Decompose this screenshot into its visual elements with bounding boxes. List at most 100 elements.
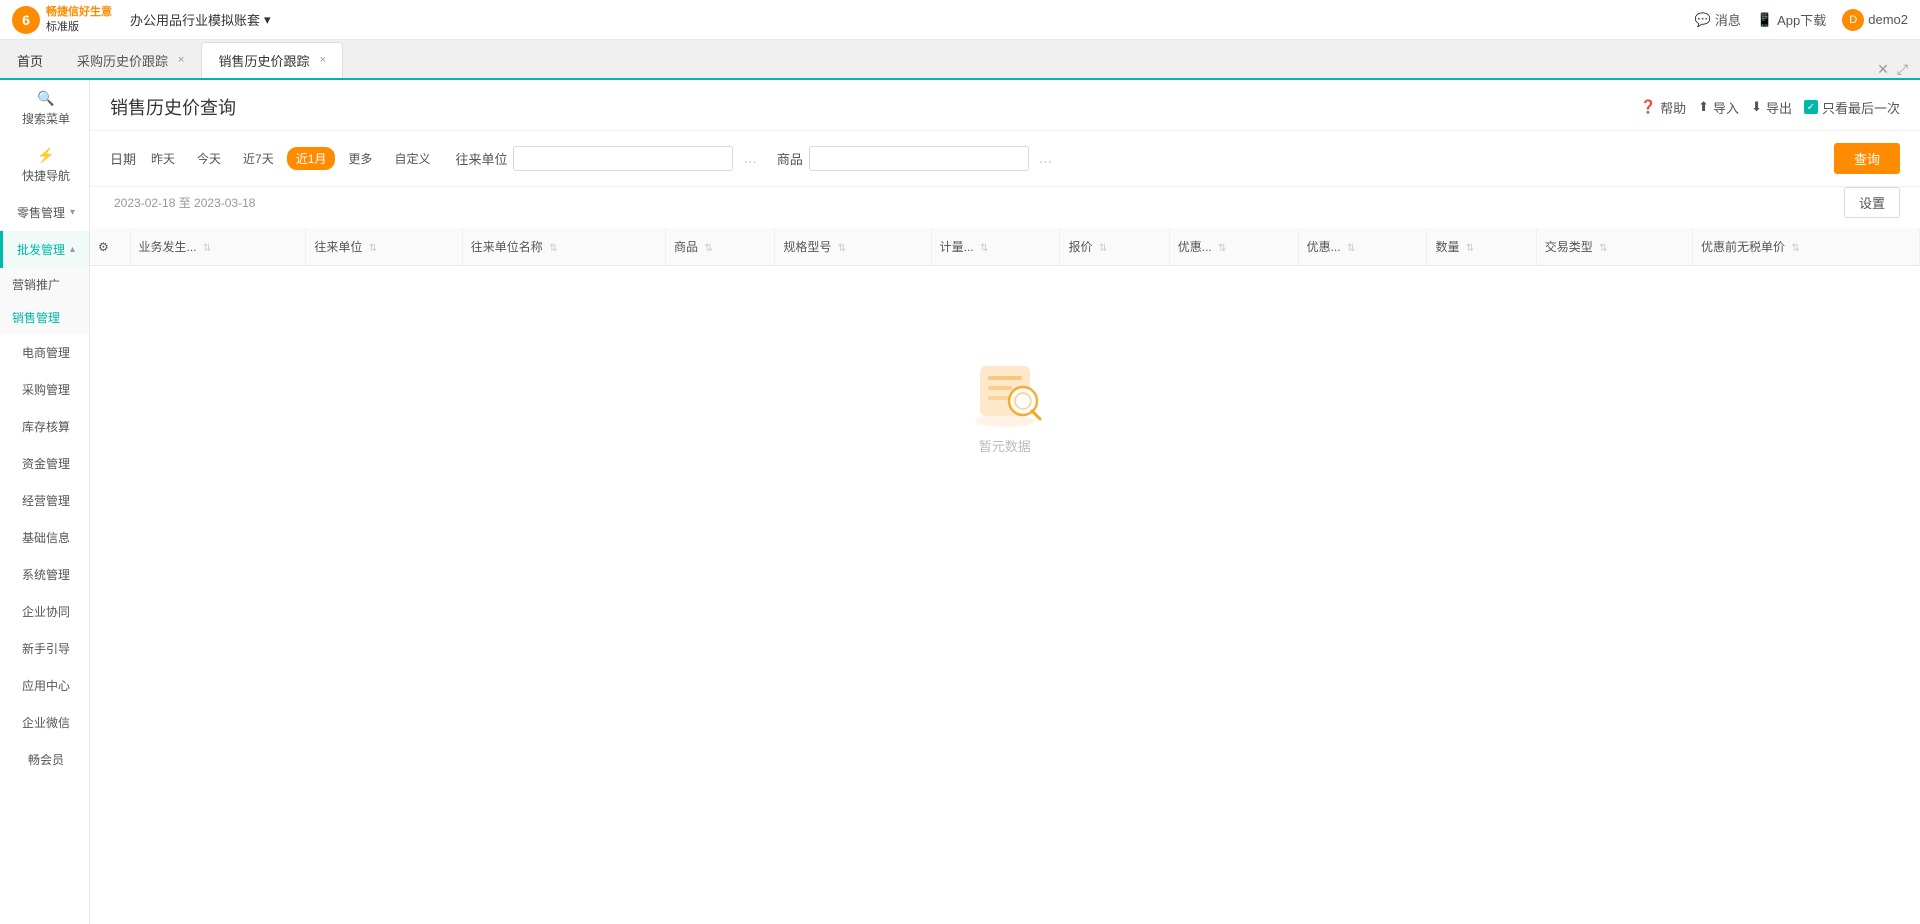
sort-icon: ⇅ bbox=[1466, 243, 1474, 254]
avatar-icon: D bbox=[1842, 9, 1864, 31]
search-icon: 🔍 bbox=[37, 90, 54, 107]
tab-sales-history[interactable]: 销售历史价跟踪 × bbox=[201, 42, 342, 78]
checkbox-icon: ✓ bbox=[1804, 100, 1818, 114]
col-price[interactable]: 报价 ⇅ bbox=[1060, 228, 1169, 266]
filter-row2: 2023-02-18 至 2023-03-18 设置 bbox=[90, 187, 1920, 228]
tab-purchase-close-icon[interactable]: × bbox=[178, 54, 184, 66]
import-button[interactable]: ⬆ 导入 bbox=[1698, 98, 1739, 117]
message-icon: 💬 bbox=[1695, 12, 1711, 28]
col-spec[interactable]: 规格型号 ⇅ bbox=[775, 228, 931, 266]
import-icon: ⬆ bbox=[1698, 99, 1709, 115]
sort-icon: ⇅ bbox=[369, 243, 377, 254]
sort-icon: ⇅ bbox=[980, 243, 988, 254]
sidebar-item-search[interactable]: 🔍 搜索菜单 bbox=[0, 80, 89, 137]
col-date[interactable]: 业务发生... ⇅ bbox=[130, 228, 306, 266]
sidebar-item-vip[interactable]: 畅会员 bbox=[0, 741, 89, 778]
goods-input[interactable] bbox=[809, 146, 1029, 171]
col-pretax-price[interactable]: 优惠前无税单价 ⇅ bbox=[1693, 228, 1920, 266]
sidebar-item-marketing[interactable]: 营销推广 bbox=[0, 268, 89, 301]
gear-icon: ⚙ bbox=[98, 240, 109, 254]
top-bar-right: 💬 消息 📱 App下载 D demo2 bbox=[1695, 9, 1908, 31]
col-quantity[interactable]: 数量 ⇅ bbox=[1427, 228, 1536, 266]
date-btn-7days[interactable]: 近7天 bbox=[234, 147, 283, 170]
message-button[interactable]: 💬 消息 bbox=[1695, 10, 1741, 29]
tab-purchase-history[interactable]: 采购历史价跟踪 × bbox=[60, 42, 201, 78]
goods-label: 商品 bbox=[777, 149, 803, 168]
col-gear[interactable]: ⚙ bbox=[90, 228, 130, 266]
logo-area: 6 畅捷信好生意 标准版 bbox=[12, 5, 112, 34]
sidebar-item-system[interactable]: 系统管理 bbox=[0, 556, 89, 593]
filter-area: 日期 昨天 今天 近7天 近1月 更多 自定义 往来单位 ... 商品 ... bbox=[90, 131, 1920, 187]
close-window-icon[interactable]: ✕ bbox=[1877, 61, 1889, 78]
query-button[interactable]: 查询 bbox=[1834, 143, 1900, 174]
partner-dots-button[interactable]: ... bbox=[739, 150, 760, 168]
date-btn-yesterday[interactable]: 昨天 bbox=[142, 147, 184, 170]
sidebar-item-quick[interactable]: ⚡ 快捷导航 bbox=[0, 137, 89, 194]
sidebar-item-appstore[interactable]: 应用中心 bbox=[0, 667, 89, 704]
data-table: ⚙ 业务发生... ⇅ 往来单位 ⇅ 往来单位名称 ⇅ bbox=[90, 228, 1920, 535]
logo-icon: 6 bbox=[12, 6, 40, 34]
sort-icon: ⇅ bbox=[1099, 243, 1107, 254]
col-unit[interactable]: 计量... ⇅ bbox=[931, 228, 1060, 266]
sidebar-item-ecom[interactable]: 电商管理 bbox=[0, 334, 89, 371]
goods-dots-button[interactable]: ... bbox=[1035, 150, 1056, 168]
sort-icon: ⇅ bbox=[203, 243, 211, 254]
sort-icon: ⇅ bbox=[1791, 243, 1799, 254]
tab-sales-close-icon[interactable]: × bbox=[319, 54, 325, 66]
table-area: ⚙ 业务发生... ⇅ 往来单位 ⇅ 往来单位名称 ⇅ bbox=[90, 228, 1920, 924]
date-range-display: 2023-02-18 至 2023-03-18 bbox=[114, 194, 255, 211]
page-header: 销售历史价查询 ❓ 帮助 ⬆ 导入 ⬇ 导出 ✓ 只看最后一次 bbox=[90, 80, 1920, 131]
main-layout: 🔍 搜索菜单 ⚡ 快捷导航 零售管理 ▾ 批发管理 ▴ 营销推广 销售管理 电商… bbox=[0, 80, 1920, 924]
col-partner-name[interactable]: 往来单位名称 ⇅ bbox=[462, 228, 665, 266]
sort-icon: ⇅ bbox=[838, 243, 846, 254]
table-body: 暂元数据 bbox=[90, 266, 1920, 536]
sort-icon: ⇅ bbox=[1347, 243, 1355, 254]
tab-home[interactable]: 首页 bbox=[0, 42, 60, 78]
partner-label: 往来单位 bbox=[455, 149, 507, 168]
col-partner-code[interactable]: 往来单位 ⇅ bbox=[306, 228, 462, 266]
user-avatar[interactable]: D demo2 bbox=[1842, 9, 1908, 31]
date-btn-more[interactable]: 更多 bbox=[339, 147, 381, 170]
sidebar-item-wechat[interactable]: 企业微信 bbox=[0, 704, 89, 741]
sidebar-item-newbie[interactable]: 新手引导 bbox=[0, 630, 89, 667]
sort-icon: ⇅ bbox=[549, 243, 557, 254]
maximize-icon[interactable]: ⤢ bbox=[1897, 61, 1908, 78]
col-goods[interactable]: 商品 ⇅ bbox=[666, 228, 775, 266]
date-options: 昨天 今天 近7天 近1月 更多 自定义 bbox=[142, 147, 439, 170]
date-btn-1month[interactable]: 近1月 bbox=[287, 147, 336, 170]
col-discount1[interactable]: 优惠... ⇅ bbox=[1169, 228, 1298, 266]
sidebar-item-retail[interactable]: 零售管理 ▾ bbox=[0, 194, 89, 231]
page-actions: ❓ 帮助 ⬆ 导入 ⬇ 导出 ✓ 只看最后一次 bbox=[1640, 98, 1900, 117]
sidebar-item-sales-management[interactable]: 销售管理 bbox=[0, 301, 89, 334]
chevron-up-icon: ▴ bbox=[70, 244, 75, 255]
date-label: 日期 bbox=[110, 149, 136, 168]
partner-input[interactable] bbox=[513, 146, 733, 171]
sidebar: 🔍 搜索菜单 ⚡ 快捷导航 零售管理 ▾ 批发管理 ▴ 营销推广 销售管理 电商… bbox=[0, 80, 90, 924]
chevron-down-icon: ▾ bbox=[264, 12, 271, 28]
top-bar: 6 畅捷信好生意 标准版 办公用品行业模拟账套 ▾ 💬 消息 📱 App下载 D… bbox=[0, 0, 1920, 40]
date-btn-today[interactable]: 今天 bbox=[188, 147, 230, 170]
export-button[interactable]: ⬇ 导出 bbox=[1751, 98, 1792, 117]
date-btn-custom[interactable]: 自定义 bbox=[385, 147, 439, 170]
sort-icon: ⇅ bbox=[1218, 243, 1226, 254]
sidebar-item-operation[interactable]: 经营管理 bbox=[0, 482, 89, 519]
app-download-button[interactable]: 📱 App下载 bbox=[1757, 10, 1826, 29]
content-area: 销售历史价查询 ❓ 帮助 ⬆ 导入 ⬇ 导出 ✓ 只看最后一次 bbox=[90, 80, 1920, 924]
sidebar-item-basic[interactable]: 基础信息 bbox=[0, 519, 89, 556]
tab-controls: ✕ ⤢ bbox=[1865, 61, 1920, 78]
sidebar-item-wholesale[interactable]: 批发管理 ▴ bbox=[0, 231, 89, 268]
goods-filter-group: 商品 ... bbox=[777, 146, 1056, 171]
settings-button[interactable]: 设置 bbox=[1844, 187, 1900, 218]
download-icon: 📱 bbox=[1757, 12, 1773, 28]
col-trade-type[interactable]: 交易类型 ⇅ bbox=[1536, 228, 1692, 266]
sidebar-item-inventory[interactable]: 库存核算 bbox=[0, 408, 89, 445]
help-button[interactable]: ❓ 帮助 bbox=[1640, 98, 1686, 117]
col-discount2[interactable]: 优惠... ⇅ bbox=[1298, 228, 1427, 266]
table-header: ⚙ 业务发生... ⇅ 往来单位 ⇅ 往来单位名称 ⇅ bbox=[90, 228, 1920, 266]
help-icon: ❓ bbox=[1640, 99, 1656, 115]
app-selector[interactable]: 办公用品行业模拟账套 ▾ bbox=[130, 10, 271, 29]
sidebar-item-purchase[interactable]: 采购管理 bbox=[0, 371, 89, 408]
only-last-checkbox[interactable]: ✓ 只看最后一次 bbox=[1804, 98, 1900, 117]
sidebar-item-finance[interactable]: 资金管理 bbox=[0, 445, 89, 482]
sidebar-item-enterprise[interactable]: 企业协同 bbox=[0, 593, 89, 630]
